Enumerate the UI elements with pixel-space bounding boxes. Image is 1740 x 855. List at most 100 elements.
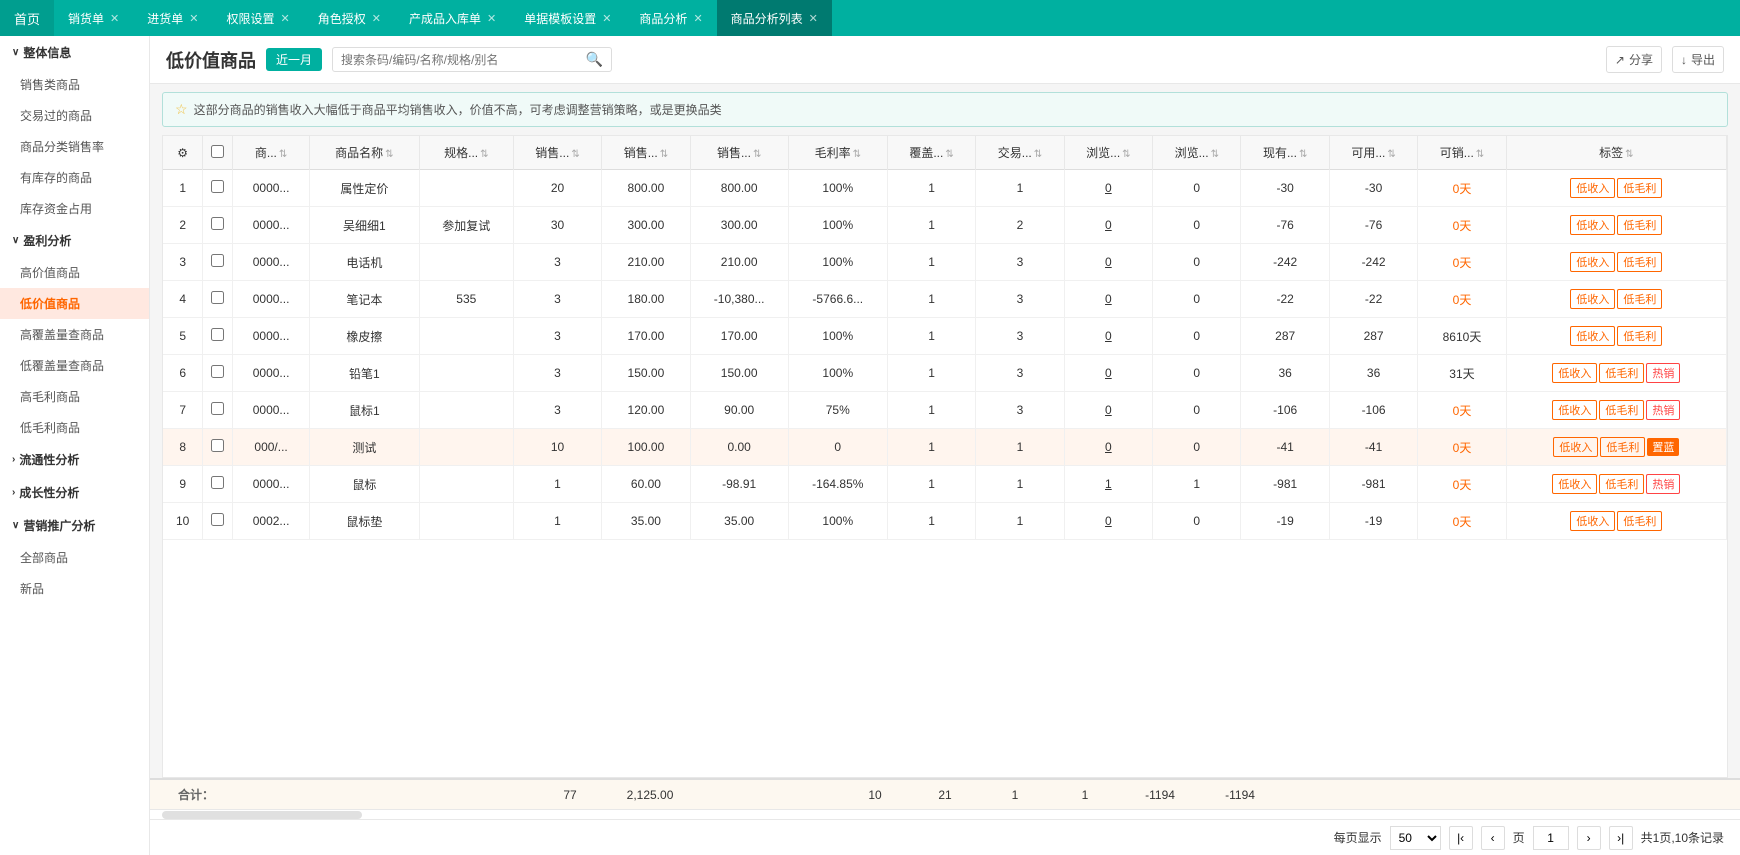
checkbox-cell[interactable] <box>203 244 233 281</box>
sidebar-section-circulation[interactable]: › 流通性分析 <box>0 443 149 476</box>
sidebar-item-low-margin[interactable]: 低毛利商品 <box>0 412 149 443</box>
close-icon[interactable]: ✕ <box>809 12 818 25</box>
name-column-header[interactable]: 商品名称⇅ <box>309 136 419 170</box>
sales-qty-column-header[interactable]: 销售...⇅ <box>513 136 601 170</box>
browse1-cell[interactable]: 0 <box>1064 318 1152 355</box>
nav-product-inbound[interactable]: 产成品入库单 ✕ <box>395 0 510 36</box>
row-checkbox[interactable] <box>211 402 224 415</box>
row-checkbox[interactable] <box>211 217 224 230</box>
code-cell: 0000... <box>233 244 310 281</box>
sidebar-item-low-coverage[interactable]: 低覆盖量查商品 <box>0 350 149 381</box>
sidebar-item-traded-products[interactable]: 交易过的商品 <box>0 100 149 131</box>
sidebar-section-overall[interactable]: ∨ 整体信息 <box>0 36 149 69</box>
close-icon[interactable]: ✕ <box>110 12 119 25</box>
nav-product-analysis-list[interactable]: 商品分析列表 ✕ <box>717 0 832 36</box>
sales-price-cell: 150.00 <box>602 355 690 392</box>
close-icon[interactable]: ✕ <box>189 12 198 25</box>
checkbox-cell[interactable] <box>203 207 233 244</box>
search-icon[interactable]: 🔍 <box>586 51 603 68</box>
browse1-cell[interactable]: 0 <box>1064 281 1152 318</box>
select-all-checkbox[interactable] <box>211 145 224 158</box>
row-checkbox[interactable] <box>211 365 224 378</box>
sidebar-item-high-value[interactable]: 高价值商品 <box>0 257 149 288</box>
sales-amount-cell: 0.00 <box>690 429 788 466</box>
nav-purchase-order[interactable]: 进货单 ✕ <box>133 0 212 36</box>
row-checkbox[interactable] <box>211 180 224 193</box>
checkbox-cell[interactable] <box>203 170 233 207</box>
checkbox-cell[interactable] <box>203 429 233 466</box>
close-icon[interactable]: ✕ <box>281 12 290 25</box>
sidebar-section-profit[interactable]: ∨ 盈利分析 <box>0 224 149 257</box>
export-button[interactable]: ↓ 导出 <box>1672 46 1724 73</box>
per-page-select[interactable]: 50 20 100 <box>1390 826 1441 850</box>
search-input[interactable] <box>341 53 586 67</box>
table-row: 10 0002... 鼠标垫 1 35.00 35.00 100% 1 1 0 … <box>163 503 1727 540</box>
settings-column-header[interactable]: ⚙ <box>163 136 203 170</box>
row-checkbox[interactable] <box>211 328 224 341</box>
share-button[interactable]: ↗ 分享 <box>1606 46 1662 73</box>
sales-price-column-header[interactable]: 销售...⇅ <box>602 136 690 170</box>
sellable-column-header[interactable]: 可销...⇅ <box>1418 136 1506 170</box>
available-column-header[interactable]: 可用...⇅ <box>1329 136 1417 170</box>
checkbox-cell[interactable] <box>203 318 233 355</box>
filter-button[interactable]: 近一月 <box>266 48 322 71</box>
tags-column-header[interactable]: 标签⇅ <box>1506 136 1726 170</box>
nav-home[interactable]: 首页 <box>0 0 54 36</box>
code-column-header[interactable]: 商...⇅ <box>233 136 310 170</box>
browse1-cell[interactable]: 0 <box>1064 244 1152 281</box>
browse1-cell[interactable]: 0 <box>1064 355 1152 392</box>
close-icon[interactable]: ✕ <box>602 12 611 25</box>
browse1-cell[interactable]: 0 <box>1064 170 1152 207</box>
browse2-column-header[interactable]: 浏览...⇅ <box>1153 136 1241 170</box>
checkbox-column-header[interactable] <box>203 136 233 170</box>
row-checkbox[interactable] <box>211 476 224 489</box>
checkbox-cell[interactable] <box>203 392 233 429</box>
sidebar-item-high-coverage[interactable]: 高覆盖量查商品 <box>0 319 149 350</box>
nav-role-auth[interactable]: 角色授权 ✕ <box>304 0 395 36</box>
sidebar-section-marketing[interactable]: ∨ 营销推广分析 <box>0 509 149 542</box>
sales-amount-column-header[interactable]: 销售...⇅ <box>690 136 788 170</box>
row-checkbox[interactable] <box>211 254 224 267</box>
sidebar-item-new-products[interactable]: 新品 <box>0 573 149 604</box>
spec-column-header[interactable]: 规格...⇅ <box>419 136 513 170</box>
page-input[interactable] <box>1533 826 1569 850</box>
sidebar-item-sales-products[interactable]: 销售类商品 <box>0 69 149 100</box>
nav-permission[interactable]: 权限设置 ✕ <box>212 0 303 36</box>
close-icon[interactable]: ✕ <box>693 12 702 25</box>
first-page-button[interactable]: |‹ <box>1449 826 1473 850</box>
row-checkbox[interactable] <box>211 513 224 526</box>
sidebar-item-category-sales-rate[interactable]: 商品分类销售率 <box>0 131 149 162</box>
close-icon[interactable]: ✕ <box>372 12 381 25</box>
nav-product-analysis[interactable]: 商品分析 ✕ <box>625 0 716 36</box>
sidebar-item-all-products[interactable]: 全部商品 <box>0 542 149 573</box>
checkbox-cell[interactable] <box>203 503 233 540</box>
browse1-cell[interactable]: 0 <box>1064 429 1152 466</box>
margin-column-header[interactable]: 毛利率⇅ <box>788 136 887 170</box>
checkbox-cell[interactable] <box>203 355 233 392</box>
sidebar-item-low-value[interactable]: 低价值商品 <box>0 288 149 319</box>
prev-page-button[interactable]: ‹ <box>1481 826 1505 850</box>
nav-template[interactable]: 单据模板设置 ✕ <box>510 0 625 36</box>
browse1-cell[interactable]: 1 <box>1064 466 1152 503</box>
checkbox-cell[interactable] <box>203 281 233 318</box>
browse1-column-header[interactable]: 浏览...⇅ <box>1064 136 1152 170</box>
checkbox-cell[interactable] <box>203 466 233 503</box>
nav-sales-order[interactable]: 销货单 ✕ <box>54 0 133 36</box>
browse1-cell[interactable]: 0 <box>1064 392 1152 429</box>
sidebar-item-inventory-capital[interactable]: 库存资金占用 <box>0 193 149 224</box>
last-page-button[interactable]: ›| <box>1609 826 1633 850</box>
current-column-header[interactable]: 现有...⇅ <box>1241 136 1329 170</box>
sidebar-item-high-margin[interactable]: 高毛利商品 <box>0 381 149 412</box>
close-icon[interactable]: ✕ <box>487 12 496 25</box>
browse1-cell[interactable]: 0 <box>1064 207 1152 244</box>
row-checkbox[interactable] <box>211 291 224 304</box>
data-table-wrapper[interactable]: ⚙ 商...⇅ 商品名称⇅ 规格...⇅ 销售...⇅ 销售...⇅ 销售...… <box>162 135 1728 778</box>
horizontal-scrollbar[interactable] <box>150 809 1740 819</box>
row-checkbox[interactable] <box>211 439 224 452</box>
sidebar-section-growth[interactable]: › 成长性分析 <box>0 476 149 509</box>
next-page-button[interactable]: › <box>1577 826 1601 850</box>
browse1-cell[interactable]: 0 <box>1064 503 1152 540</box>
coverage-column-header[interactable]: 覆盖...⇅ <box>887 136 975 170</box>
sidebar-item-in-stock[interactable]: 有库存的商品 <box>0 162 149 193</box>
transaction-column-header[interactable]: 交易...⇅ <box>976 136 1064 170</box>
